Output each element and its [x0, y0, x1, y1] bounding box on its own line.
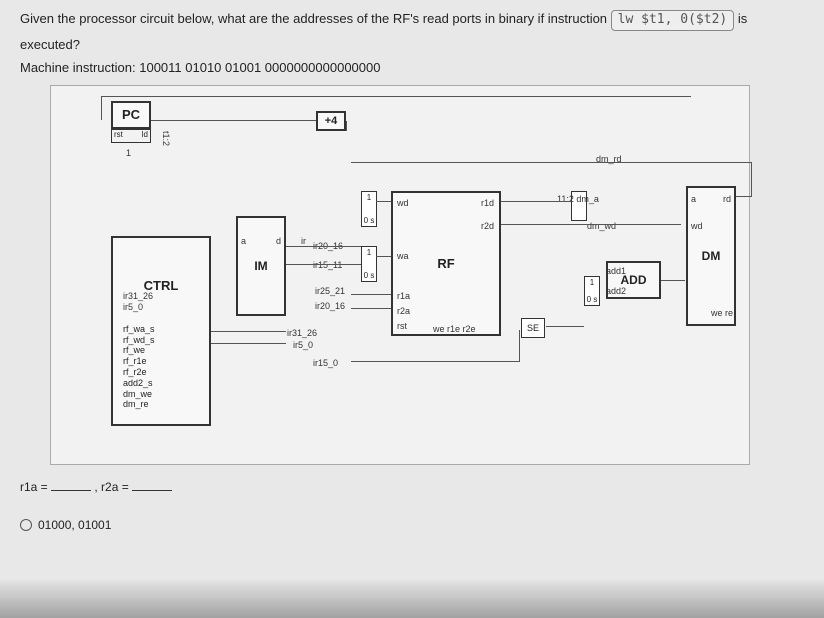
- w-ir5-0: ir5_0: [293, 340, 313, 350]
- im-d: d: [276, 236, 281, 246]
- shadow: [0, 578, 824, 618]
- stem-suffix: is: [738, 11, 747, 26]
- rf-wd: wd: [397, 198, 409, 208]
- mux1-0s: 0 s: [364, 216, 375, 225]
- dm-were: we re: [711, 308, 733, 318]
- add2-lbl: add2: [606, 286, 626, 296]
- ctrl-signals: rf_wa_s rf_wd_s rf_we rf_r1e rf_r2e add2…: [123, 306, 155, 410]
- w-ir25-21: ir25_21: [315, 286, 345, 296]
- stem-prefix: Given the processor circuit below, what …: [20, 11, 611, 26]
- machine-instruction: Machine instruction: 100011 01010 01001 …: [20, 60, 804, 75]
- mux3-0s: 0 s: [587, 295, 598, 304]
- rf-r1d: r1d: [481, 198, 494, 208]
- w-ir20-16-b: ir20_16: [315, 301, 345, 311]
- r1a-blank: [51, 479, 91, 491]
- sig-2: rf_we: [123, 345, 155, 356]
- ctrl-ir31-26: ir31_26: [123, 291, 153, 301]
- r2a-mid: , r2a =: [94, 480, 128, 494]
- w-ir31-26: ir31_26: [287, 328, 317, 338]
- machine-label: Machine instruction:: [20, 60, 139, 75]
- w-ir15-0: ir15_0: [313, 358, 338, 368]
- sig-4: rf_r2e: [123, 367, 155, 378]
- im-block: IM: [236, 216, 286, 316]
- mux3-1: 1: [590, 278, 594, 287]
- pc-ld: ld: [142, 130, 148, 142]
- im-a: a: [241, 236, 246, 246]
- mux-wd: 1 0 s: [361, 191, 377, 227]
- rf-r1a: r1a: [397, 291, 410, 301]
- rf-we-sig: we r1e r2e: [433, 324, 476, 334]
- mux-add2: 1 0 s: [584, 276, 600, 306]
- rf-r2a: r2a: [397, 306, 410, 316]
- radio-icon[interactable]: [20, 519, 32, 531]
- dm-a: a: [691, 194, 696, 204]
- mux-wa: 1 0 s: [361, 246, 377, 282]
- sig-3: rf_r1e: [123, 356, 155, 367]
- sig-1: rf_wd_s: [123, 335, 155, 346]
- machine-bits: 100011 01010 01001 0000000000000000: [139, 60, 380, 75]
- pc-ports: rst ld: [111, 129, 151, 143]
- im-ir: ir: [301, 236, 306, 246]
- sig-0: rf_wa_s: [123, 324, 155, 335]
- plus4-block: +4: [316, 111, 346, 131]
- question-line2: executed?: [20, 37, 804, 54]
- pc-one: 1: [126, 148, 131, 158]
- instruction-code: lw $t1, 0($t2): [611, 10, 735, 31]
- rf-r2d: r2d: [481, 221, 494, 231]
- question-stem: Given the processor circuit below, what …: [20, 10, 804, 31]
- mux2-1: 1: [367, 248, 371, 257]
- w-ir15-11: ir15_11: [313, 260, 342, 270]
- dm-rd: rd: [723, 194, 731, 204]
- sig-7: dm_re: [123, 399, 155, 410]
- mux2-0s: 0 s: [364, 271, 375, 280]
- add1-lbl: add1: [606, 266, 626, 276]
- sig-6: dm_we: [123, 389, 155, 400]
- sig-5: add2_s: [123, 378, 155, 389]
- dm-wd-mid: dm_wd: [587, 221, 616, 231]
- r2a-blank: [132, 479, 172, 491]
- pc-rst: rst: [114, 130, 123, 142]
- mux1-1: 1: [367, 193, 371, 202]
- t12-label: t1:2: [161, 131, 171, 146]
- se-block: SE: [521, 318, 545, 338]
- dm-a-top: 11:2 dm_a: [557, 194, 599, 204]
- rf-wa: wa: [397, 251, 409, 261]
- option-1-label: 01000, 01001: [38, 518, 111, 532]
- option-1[interactable]: 01000, 01001: [20, 518, 804, 532]
- dm-wd: wd: [691, 221, 703, 231]
- rf-rst: rst: [397, 321, 407, 331]
- r1a-prefix: r1a =: [20, 480, 48, 494]
- pc-block: PC: [111, 101, 151, 129]
- answer-row: r1a = , r2a =: [20, 479, 804, 494]
- dm-block: DM: [686, 186, 736, 326]
- processor-diagram: PC rst ld 1 t1:2 +4 CTRL ir31_26 ir5_0 r…: [50, 85, 750, 465]
